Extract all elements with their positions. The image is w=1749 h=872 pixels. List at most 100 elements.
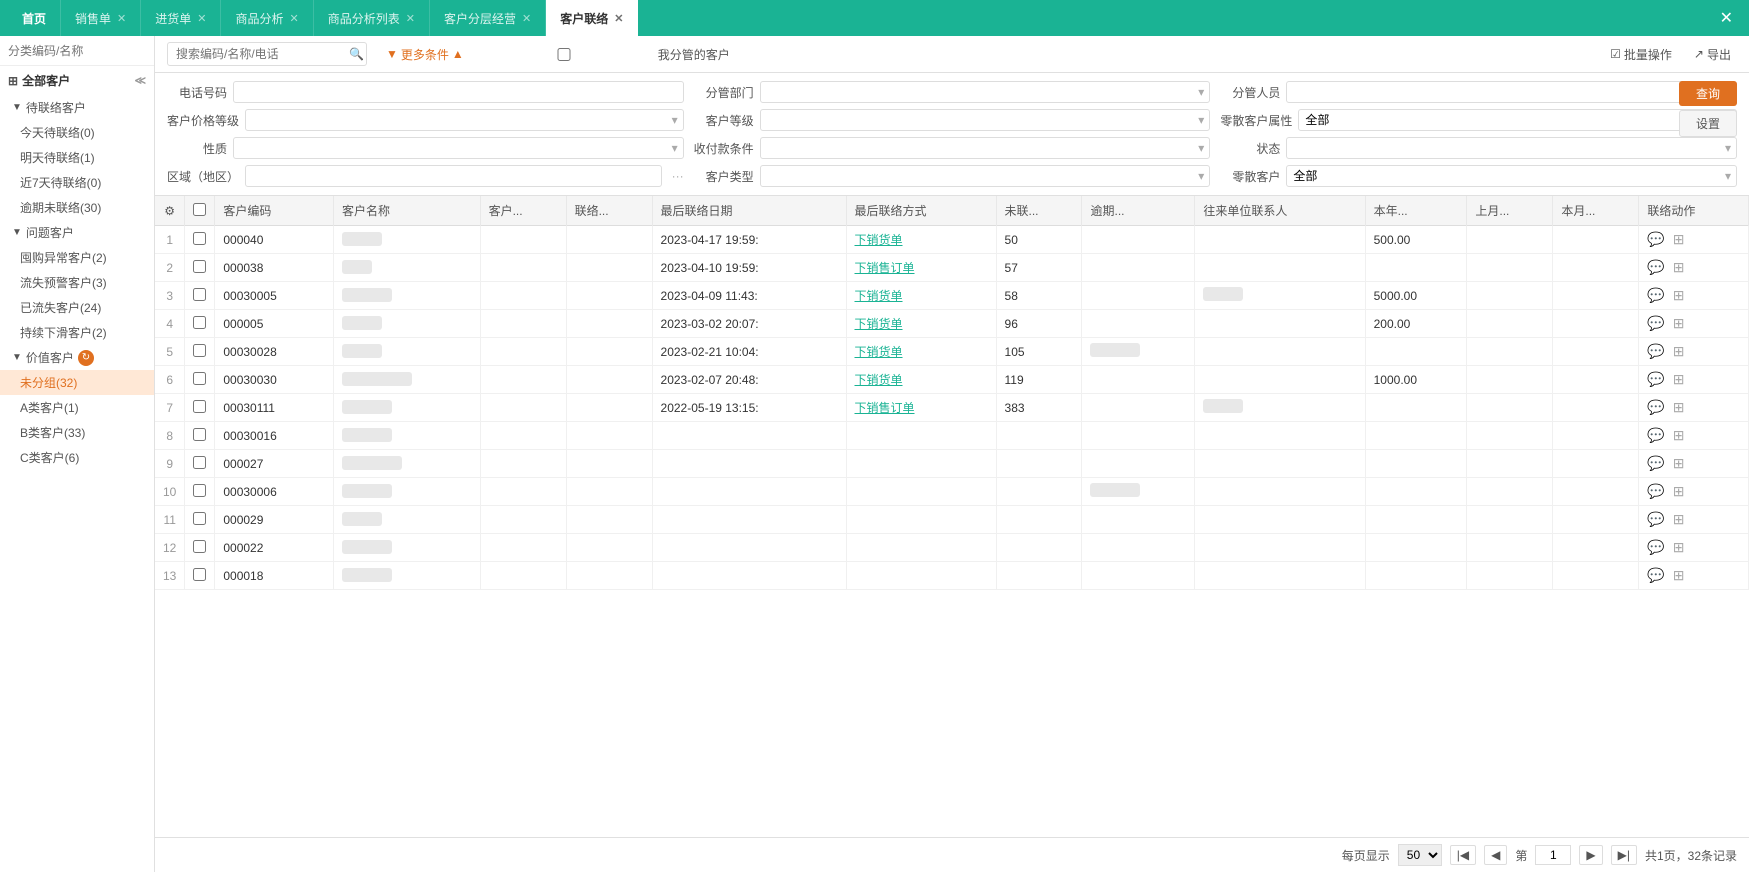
refresh-icon[interactable]: ↻ xyxy=(78,350,94,366)
chat-icon[interactable]: 💬 xyxy=(1647,427,1664,444)
search-input[interactable] xyxy=(167,42,367,66)
tab-home[interactable]: 首页 xyxy=(8,0,61,36)
nature-select[interactable] xyxy=(233,137,684,159)
dept-select[interactable] xyxy=(760,81,1211,103)
sidebar-item-tomorrow[interactable]: 明天待联络(1) xyxy=(0,145,154,170)
row-checkbox[interactable] xyxy=(193,512,206,525)
customer-type-select[interactable] xyxy=(760,165,1211,187)
payment-select[interactable] xyxy=(760,137,1211,159)
chat-icon[interactable]: 💬 xyxy=(1647,231,1664,248)
grid-action-icon[interactable]: ⊞ xyxy=(1673,259,1685,276)
sidebar-item-churn-warning[interactable]: 流失预警客户(3) xyxy=(0,270,154,295)
row-checkbox[interactable] xyxy=(193,232,206,245)
row-checkbox[interactable] xyxy=(193,568,206,581)
sidebar-item-churned[interactable]: 已流失客户(24) xyxy=(0,295,154,320)
manager-input[interactable] xyxy=(1286,81,1715,103)
grid-action-icon[interactable]: ⊞ xyxy=(1673,483,1685,500)
tab-purchase-close[interactable]: ✕ xyxy=(197,12,206,25)
filter-more-btn[interactable]: ▼ 更多条件 ▲ xyxy=(386,46,464,63)
batch-op-btn[interactable]: ☑ 批量操作 xyxy=(1604,43,1678,66)
checkbox-col-header[interactable] xyxy=(185,196,215,226)
contact-type-link[interactable]: 下销货单 xyxy=(855,373,903,387)
sidebar-group-value[interactable]: ▼ 价值客户 ↻ xyxy=(0,345,154,370)
my-customers-checkbox-area[interactable]: 我分管的客户 xyxy=(474,46,730,63)
sidebar-item-overdue[interactable]: 逾期未联络(30) xyxy=(0,195,154,220)
tab-customer-segment-close[interactable]: ✕ xyxy=(522,12,531,25)
row-checkbox-cell[interactable] xyxy=(185,506,215,534)
chat-icon[interactable]: 💬 xyxy=(1647,287,1664,304)
query-btn[interactable]: 查询 xyxy=(1679,81,1737,106)
row-checkbox-cell[interactable] xyxy=(185,450,215,478)
prev-page-btn[interactable]: ◀ xyxy=(1484,845,1507,865)
settings-col-header[interactable]: ⚙ xyxy=(155,196,185,226)
my-customers-checkbox[interactable] xyxy=(474,48,654,61)
tab-goods-analysis-list-close[interactable]: ✕ xyxy=(406,12,415,25)
next-page-btn[interactable]: ▶ xyxy=(1579,845,1602,865)
grid-action-icon[interactable]: ⊞ xyxy=(1673,511,1685,528)
tab-sales-close[interactable]: ✕ xyxy=(117,12,126,25)
chat-icon[interactable]: 💬 xyxy=(1647,343,1664,360)
grid-action-icon[interactable]: ⊞ xyxy=(1673,315,1685,332)
contact-type-link[interactable]: 下销货单 xyxy=(855,233,903,247)
tab-purchase[interactable]: 进货单 ✕ xyxy=(141,0,221,36)
row-checkbox[interactable] xyxy=(193,372,206,385)
row-checkbox-cell[interactable] xyxy=(185,422,215,450)
row-checkbox-cell[interactable] xyxy=(185,366,215,394)
price-level-select[interactable] xyxy=(245,109,684,131)
row-checkbox[interactable] xyxy=(193,316,206,329)
sidebar-search-input[interactable] xyxy=(8,44,155,58)
collapse-icon[interactable]: ≪ xyxy=(134,74,146,87)
global-close-btn[interactable]: ✕ xyxy=(1712,8,1741,28)
row-checkbox-cell[interactable] xyxy=(185,282,215,310)
row-checkbox-cell[interactable] xyxy=(185,534,215,562)
chat-icon[interactable]: 💬 xyxy=(1647,483,1664,500)
grid-action-icon[interactable]: ⊞ xyxy=(1673,567,1685,584)
row-checkbox[interactable] xyxy=(193,344,206,357)
row-checkbox[interactable] xyxy=(193,484,206,497)
row-checkbox-cell[interactable] xyxy=(185,226,215,254)
row-checkbox[interactable] xyxy=(193,428,206,441)
grid-action-icon[interactable]: ⊞ xyxy=(1673,427,1685,444)
reset-btn[interactable]: 设置 xyxy=(1679,110,1737,137)
area-input[interactable] xyxy=(245,165,662,187)
first-page-btn[interactable]: |◀ xyxy=(1450,845,1476,865)
zero-attr-select[interactable]: 全部 xyxy=(1298,109,1737,131)
contact-type-link[interactable]: 下销售订单 xyxy=(855,401,915,415)
sidebar-group-problem[interactable]: ▼ 问题客户 xyxy=(0,220,154,245)
chat-icon[interactable]: 💬 xyxy=(1647,315,1664,332)
customer-level-select[interactable] xyxy=(760,109,1211,131)
tab-customer-contact-close[interactable]: ✕ xyxy=(614,12,623,25)
sidebar-item-7days[interactable]: 近7天待联络(0) xyxy=(0,170,154,195)
row-checkbox-cell[interactable] xyxy=(185,478,215,506)
grid-action-icon[interactable]: ⊞ xyxy=(1673,371,1685,388)
grid-action-icon[interactable]: ⊞ xyxy=(1673,287,1685,304)
chat-icon[interactable]: 💬 xyxy=(1647,371,1664,388)
grid-action-icon[interactable]: ⊞ xyxy=(1673,343,1685,360)
grid-action-icon[interactable]: ⊞ xyxy=(1673,455,1685,472)
last-page-btn[interactable]: ▶| xyxy=(1611,845,1637,865)
sidebar-item-declining[interactable]: 持续下滑客户(2) xyxy=(0,320,154,345)
status-select[interactable] xyxy=(1286,137,1737,159)
grid-action-icon[interactable]: ⊞ xyxy=(1673,231,1685,248)
tab-customer-segment[interactable]: 客户分层经营 ✕ xyxy=(430,0,546,36)
contact-type-link[interactable]: 下销货单 xyxy=(855,289,903,303)
chat-icon[interactable]: 💬 xyxy=(1647,539,1664,556)
export-btn[interactable]: ↗ 导出 xyxy=(1688,43,1737,66)
sidebar-all-customers[interactable]: ⊞ 全部客户 ≪ xyxy=(0,66,154,95)
sidebar-item-class-c[interactable]: C类客户(6) xyxy=(0,445,154,470)
row-checkbox-cell[interactable] xyxy=(185,562,215,590)
tab-goods-analysis[interactable]: 商品分析 ✕ xyxy=(221,0,313,36)
grid-action-icon[interactable]: ⊞ xyxy=(1673,539,1685,556)
page-number-input[interactable] xyxy=(1535,845,1571,865)
sidebar-item-abnormal[interactable]: 囤购异常客户(2) xyxy=(0,245,154,270)
tab-customer-contact[interactable]: 客户联络 ✕ xyxy=(546,0,638,36)
chat-icon[interactable]: 💬 xyxy=(1647,567,1664,584)
sidebar-item-ungroup[interactable]: 未分组(32) xyxy=(0,370,154,395)
page-size-select[interactable]: 50 xyxy=(1398,844,1442,866)
select-all-checkbox[interactable] xyxy=(193,203,206,216)
contact-type-link[interactable]: 下销售订单 xyxy=(855,261,915,275)
sidebar-item-class-a[interactable]: A类客户(1) xyxy=(0,395,154,420)
row-checkbox[interactable] xyxy=(193,540,206,553)
row-checkbox[interactable] xyxy=(193,400,206,413)
row-checkbox-cell[interactable] xyxy=(185,338,215,366)
